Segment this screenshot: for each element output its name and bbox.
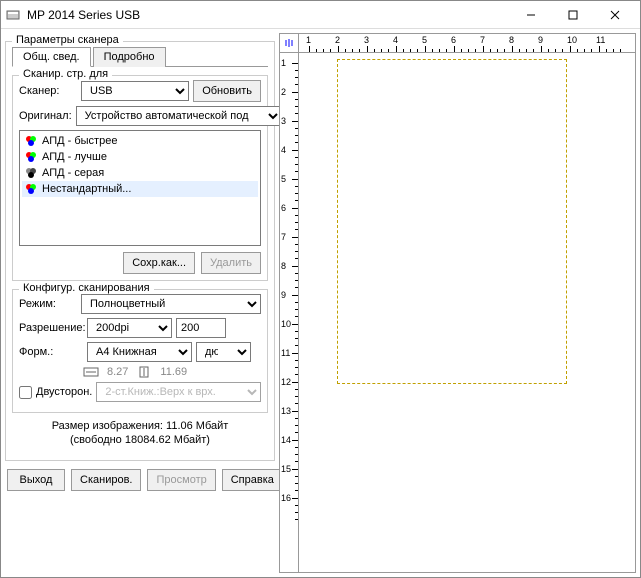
tabs: Общ. свед. Подробно: [12, 46, 268, 67]
mode-select[interactable]: Полноцветный: [81, 294, 261, 314]
titlebar: MP 2014 Series USB: [1, 1, 640, 29]
rgb-icon: [24, 182, 38, 196]
scan-config-group: Конфигур. сканирования Режим: Полноцветн…: [12, 289, 268, 413]
group-title: Параметры сканера: [12, 34, 123, 46]
bottom-buttons: Выход Сканиров. Просмотр Справка: [5, 465, 275, 495]
resolution-input[interactable]: [176, 318, 226, 338]
refresh-button[interactable]: Обновить: [193, 80, 261, 102]
list-item[interactable]: Нестандартный...: [22, 181, 258, 197]
gray-icon: [24, 166, 38, 180]
delete-button[interactable]: Удалить: [201, 252, 261, 274]
help-button[interactable]: Справка: [222, 469, 283, 491]
units-select[interactable]: дюйм: [196, 342, 251, 362]
list-item[interactable]: АПД - быстрее: [22, 133, 258, 149]
ruler-horizontal: 1234567891011: [279, 33, 636, 53]
ruler-corner: [279, 33, 299, 53]
list-item-label: АПД - лучше: [42, 151, 107, 163]
list-item[interactable]: АПД - серая: [22, 165, 258, 181]
width-value: 8.27: [107, 366, 128, 378]
preview-panel: 1234567891011 12345678910111213141516: [279, 33, 636, 573]
tab-detail[interactable]: Подробно: [93, 47, 166, 67]
close-button[interactable]: [594, 1, 636, 29]
scanner-label: Сканер:: [19, 85, 77, 97]
free-line: (свободно 18084.62 Мбайт): [12, 433, 268, 447]
preview-canvas[interactable]: [299, 53, 636, 573]
tab-general[interactable]: Общ. свед.: [12, 47, 91, 67]
scan-pages-group: Сканир. стр. для Сканер: USB Обновить Ор…: [12, 75, 268, 281]
window-title: MP 2014 Series USB: [27, 8, 510, 22]
preview-button[interactable]: Просмотр: [147, 469, 215, 491]
resolution-label: Разрешение:: [19, 322, 83, 334]
height-icon: [136, 366, 152, 378]
save-as-button[interactable]: Сохр.как...: [123, 252, 195, 274]
duplex-select: 2-ст.Книж.:Верх к врх.: [96, 382, 261, 402]
ruler-h-body: 1234567891011: [299, 33, 636, 53]
profile-list[interactable]: АПД - быстрее АПД - лучше АПД - серая Не…: [19, 130, 261, 246]
height-value: 11.69: [160, 366, 187, 378]
list-item-label: АПД - быстрее: [42, 135, 117, 147]
rgb-icon: [24, 150, 38, 164]
resolution-select[interactable]: 200dpi: [87, 318, 172, 338]
width-icon: [83, 366, 99, 378]
scanner-select[interactable]: USB: [81, 81, 189, 101]
format-label: Форм.:: [19, 346, 83, 358]
list-item-label: АПД - серая: [42, 167, 104, 179]
list-item[interactable]: АПД - лучше: [22, 149, 258, 165]
image-size-info: Размер изображения: 11.06 Мбайт (свободн…: [12, 419, 268, 448]
size-line: Размер изображения: 11.06 Мбайт: [12, 419, 268, 433]
group-title: Сканир. стр. для: [19, 68, 112, 80]
exit-button[interactable]: Выход: [7, 469, 65, 491]
original-select[interactable]: Устройство автоматической под: [76, 106, 282, 126]
original-label: Оригинал:: [19, 110, 72, 122]
scanner-params-group: Параметры сканера Общ. свед. Подробно Ск…: [5, 41, 275, 461]
list-item-label: Нестандартный...: [42, 183, 131, 195]
app-icon: [5, 7, 21, 23]
mode-label: Режим:: [19, 298, 77, 310]
maximize-button[interactable]: [552, 1, 594, 29]
left-panel: Параметры сканера Общ. свед. Подробно Ск…: [5, 33, 275, 573]
group-title: Конфигур. сканирования: [19, 282, 154, 294]
format-select[interactable]: А4 Книжная: [87, 342, 192, 362]
scanner-dialog: MP 2014 Series USB Параметры сканера Общ…: [0, 0, 641, 578]
duplex-label: Двусторон.: [36, 386, 92, 398]
client-area: Параметры сканера Общ. свед. Подробно Ск…: [1, 29, 640, 577]
rgb-icon: [24, 134, 38, 148]
duplex-checkbox[interactable]: [19, 386, 32, 399]
minimize-button[interactable]: [510, 1, 552, 29]
ruler-v-body: 12345678910111213141516: [279, 53, 299, 573]
scan-button[interactable]: Сканиров.: [71, 469, 141, 491]
selection-rectangle[interactable]: [337, 59, 567, 384]
